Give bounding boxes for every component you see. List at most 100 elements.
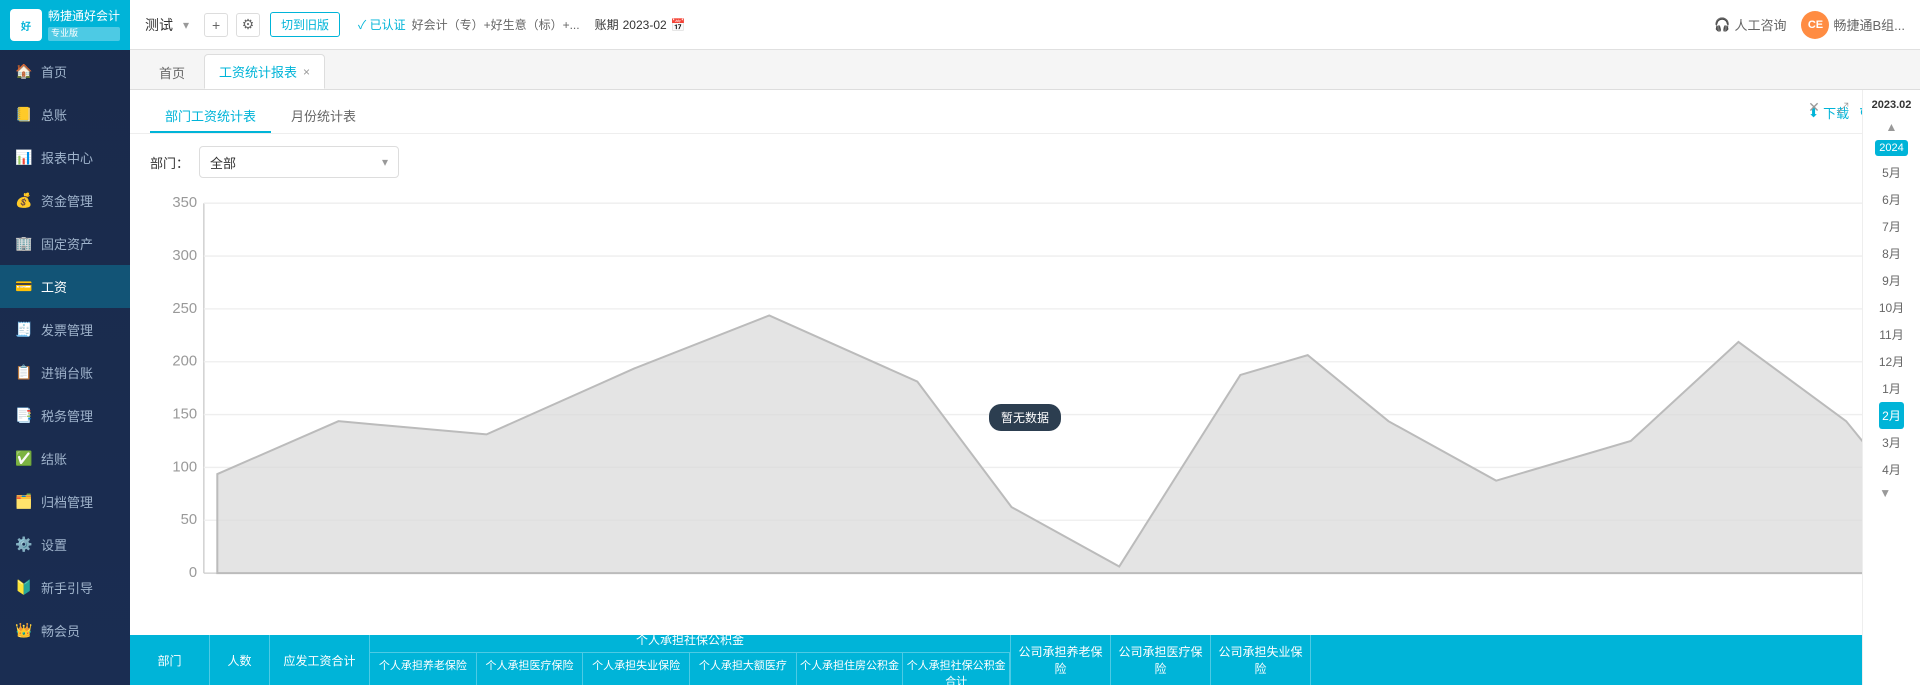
expand-panel-button[interactable]: ⤢ xyxy=(1831,95,1855,119)
sidebar-item-invoice[interactable]: 🧾 发票管理 xyxy=(0,308,130,351)
ledger-icon: 📒 xyxy=(15,106,33,123)
tab-label: 工资统计报表 xyxy=(219,62,297,81)
month-2月[interactable]: 2月 xyxy=(1879,402,1903,429)
vip-icon: 👑 xyxy=(15,622,33,639)
right-date-panel: 2023.02 ▲ 20245月6月7月8月9月10月11月12月1月2月3月4… xyxy=(1862,90,1920,685)
sidebar-item-label: 设置 xyxy=(41,535,67,554)
header-title: 测试 xyxy=(145,15,173,35)
sidebar-item-closing[interactable]: ✅结账 xyxy=(0,437,130,480)
sidebar-item-label: 新手引导 xyxy=(41,578,93,597)
table-sub-个人承担养老保险: 个人承担养老保险 xyxy=(370,653,477,685)
month-10月[interactable]: 10月 xyxy=(1875,294,1907,321)
funds-icon: 💰 xyxy=(15,192,33,209)
settings-icon: ⚙️ xyxy=(15,536,33,553)
sidebar-item-ledger[interactable]: 📒总账 xyxy=(0,93,130,136)
sidebar-item-label: 畅会员 xyxy=(41,621,80,640)
header-right: 🎧 人工咨询 CE 畅捷通B组... xyxy=(1714,11,1905,39)
header-arrow-icon: ▾ xyxy=(183,18,189,32)
assets-icon: 🏢 xyxy=(15,235,33,252)
sidebar-item-assets[interactable]: 🏢固定资产 xyxy=(0,222,130,265)
tabs-bar: 首页 工资统计报表 × xyxy=(130,50,1920,90)
consult-button[interactable]: 🎧 人工咨询 xyxy=(1714,15,1786,34)
logo-text: 畅捷通好会计 专业版 xyxy=(48,9,120,40)
guide-icon: 🔰 xyxy=(15,579,33,596)
reports-icon: 📊 xyxy=(15,149,33,166)
user-menu[interactable]: CE 畅捷通B组... xyxy=(1801,11,1905,39)
sub-tab-monthly[interactable]: 月份统计表 xyxy=(276,100,371,133)
sidebar-item-label: 发票管理 xyxy=(41,320,93,339)
tax-icon: 📑 xyxy=(15,407,33,424)
sidebar-item-reports[interactable]: 📊 报表中心 xyxy=(0,136,130,179)
chevron-down-icon: ▾ xyxy=(382,155,388,169)
month-4月[interactable]: 4月 xyxy=(1875,456,1907,483)
month-6月[interactable]: 6月 xyxy=(1875,186,1907,213)
switch-old-button[interactable]: 切到旧版 xyxy=(270,12,340,37)
add-button[interactable]: + xyxy=(204,13,228,37)
year-badge: 2024 xyxy=(1875,140,1907,156)
svg-text:250: 250 xyxy=(172,301,197,317)
sidebar-item-guide[interactable]: 🔰 新手引导 xyxy=(0,566,130,609)
svg-text:100: 100 xyxy=(172,460,197,476)
svg-text:350: 350 xyxy=(172,195,197,211)
invoice-icon: 🧾 xyxy=(15,321,33,338)
table-col-应发工资合计: 应发工资合计 xyxy=(270,635,370,685)
logo-icon: 好 xyxy=(10,9,42,41)
table-col-公司承担失业保险: 公司承担失业保险 xyxy=(1211,635,1311,685)
sidebar-item-label: 报表中心 xyxy=(41,148,93,167)
month-7月[interactable]: 7月 xyxy=(1875,213,1907,240)
table-col-公司承担养老保险: 公司承担养老保险 xyxy=(1011,635,1111,685)
panel-up-nav[interactable]: ▲ xyxy=(1882,117,1902,137)
month-1月[interactable]: 1月 xyxy=(1875,375,1907,402)
sidebar-item-home[interactable]: 🏠 首页 xyxy=(0,50,130,93)
table-header: 部门人数应发工资合计个人承担社保公积金个人承担养老保险个人承担医疗保险个人承担失… xyxy=(130,635,1920,685)
tab-close-icon[interactable]: × xyxy=(303,65,310,79)
sidebar-logo: 好 畅捷通好会计 专业版 xyxy=(0,0,130,50)
tab-label: 首页 xyxy=(159,63,185,82)
month-12月[interactable]: 12月 xyxy=(1875,348,1907,375)
dept-filter-value: 全部 xyxy=(210,153,236,172)
month-3月[interactable]: 3月 xyxy=(1875,429,1907,456)
sidebar-item-vip[interactable]: 👑 畅会员 xyxy=(0,609,130,652)
user-name: 畅捷通B组... xyxy=(1833,15,1905,34)
sidebar-item-label: 工资 xyxy=(41,277,67,296)
tab-home[interactable]: 首页 xyxy=(145,56,199,89)
status-tags: 好会计（专）+好生意（标）+... xyxy=(412,16,580,33)
chart-area: 0 50 100 150 200 250 300 350 暂无数据 xyxy=(130,190,1920,635)
month-5月[interactable]: 5月 xyxy=(1875,159,1907,186)
sidebar-item-salary[interactable]: 💳工资 xyxy=(0,265,130,308)
month-8月[interactable]: 8月 xyxy=(1875,240,1907,267)
sidebar-item-archive[interactable]: 🗂️归档管理 xyxy=(0,480,130,523)
main-area: 测试 ▾ + ⚙ 切到旧版 ✓ 已认证 好会计（专）+好生意（标）+... 账期… xyxy=(130,0,1920,685)
dept-filter-label: 部门： xyxy=(150,153,189,172)
sidebar-item-tax[interactable]: 📑税务管理 xyxy=(0,394,130,437)
sidebar-item-label: 首页 xyxy=(41,62,67,81)
panel-down-nav[interactable]: ▼ xyxy=(1875,483,1895,503)
sidebar-item-sales[interactable]: 📋进销台账 xyxy=(0,351,130,394)
settings-button[interactable]: ⚙ xyxy=(236,13,260,37)
sub-tab-dept[interactable]: 部门工资统计表 xyxy=(150,100,271,133)
month-9月[interactable]: 9月 xyxy=(1875,267,1907,294)
archive-icon: 🗂️ xyxy=(15,493,33,510)
tab-salary-report[interactable]: 工资统计报表 × xyxy=(204,54,325,89)
sidebar-nav: 🏠首页📒总账📊报表中心💰资金管理🏢固定资产💳工资🧾发票管理📋进销台账📑税务管理✅… xyxy=(0,50,130,685)
close-panel-button[interactable]: ✕ xyxy=(1802,95,1826,119)
table-col-人数: 人数 xyxy=(210,635,270,685)
sub-tabs: 部门工资统计表月份统计表⬇下载↻刷新 xyxy=(130,90,1920,134)
table-sub-个人承担社保公积金合计: 个人承担社保公积金合计 xyxy=(903,653,1010,685)
table-col-group-social: 个人承担社保公积金个人承担养老保险个人承担医疗保险个人承担失业保险个人承担大额医… xyxy=(370,635,1011,685)
sidebar: 好 畅捷通好会计 专业版 🏠 首页 📒总账 📊 报表中心 💰 资金管理 🏢固定资产💳工资 🧾 发票… xyxy=(0,0,130,685)
calendar-icon[interactable]: 📅 xyxy=(671,18,686,32)
sidebar-item-label: 进销台账 xyxy=(41,363,93,382)
sidebar-item-label: 资金管理 xyxy=(41,191,93,210)
table-sub-个人承担失业保险: 个人承担失业保险 xyxy=(583,653,690,685)
svg-text:50: 50 xyxy=(181,512,197,528)
dept-filter-select[interactable]: 全部 ▾ xyxy=(199,146,399,178)
sidebar-item-settings[interactable]: ⚙️ 设置 xyxy=(0,523,130,566)
sidebar-item-funds[interactable]: 💰 资金管理 xyxy=(0,179,130,222)
month-11月[interactable]: 11月 xyxy=(1875,321,1907,348)
home-icon: 🏠 xyxy=(15,63,33,80)
period-value: 2023-02 xyxy=(623,18,667,32)
closing-icon: ✅ xyxy=(15,450,33,467)
panel-controls: ✕ ⤢ xyxy=(1802,95,1855,119)
period-label: 账期 xyxy=(595,16,619,33)
